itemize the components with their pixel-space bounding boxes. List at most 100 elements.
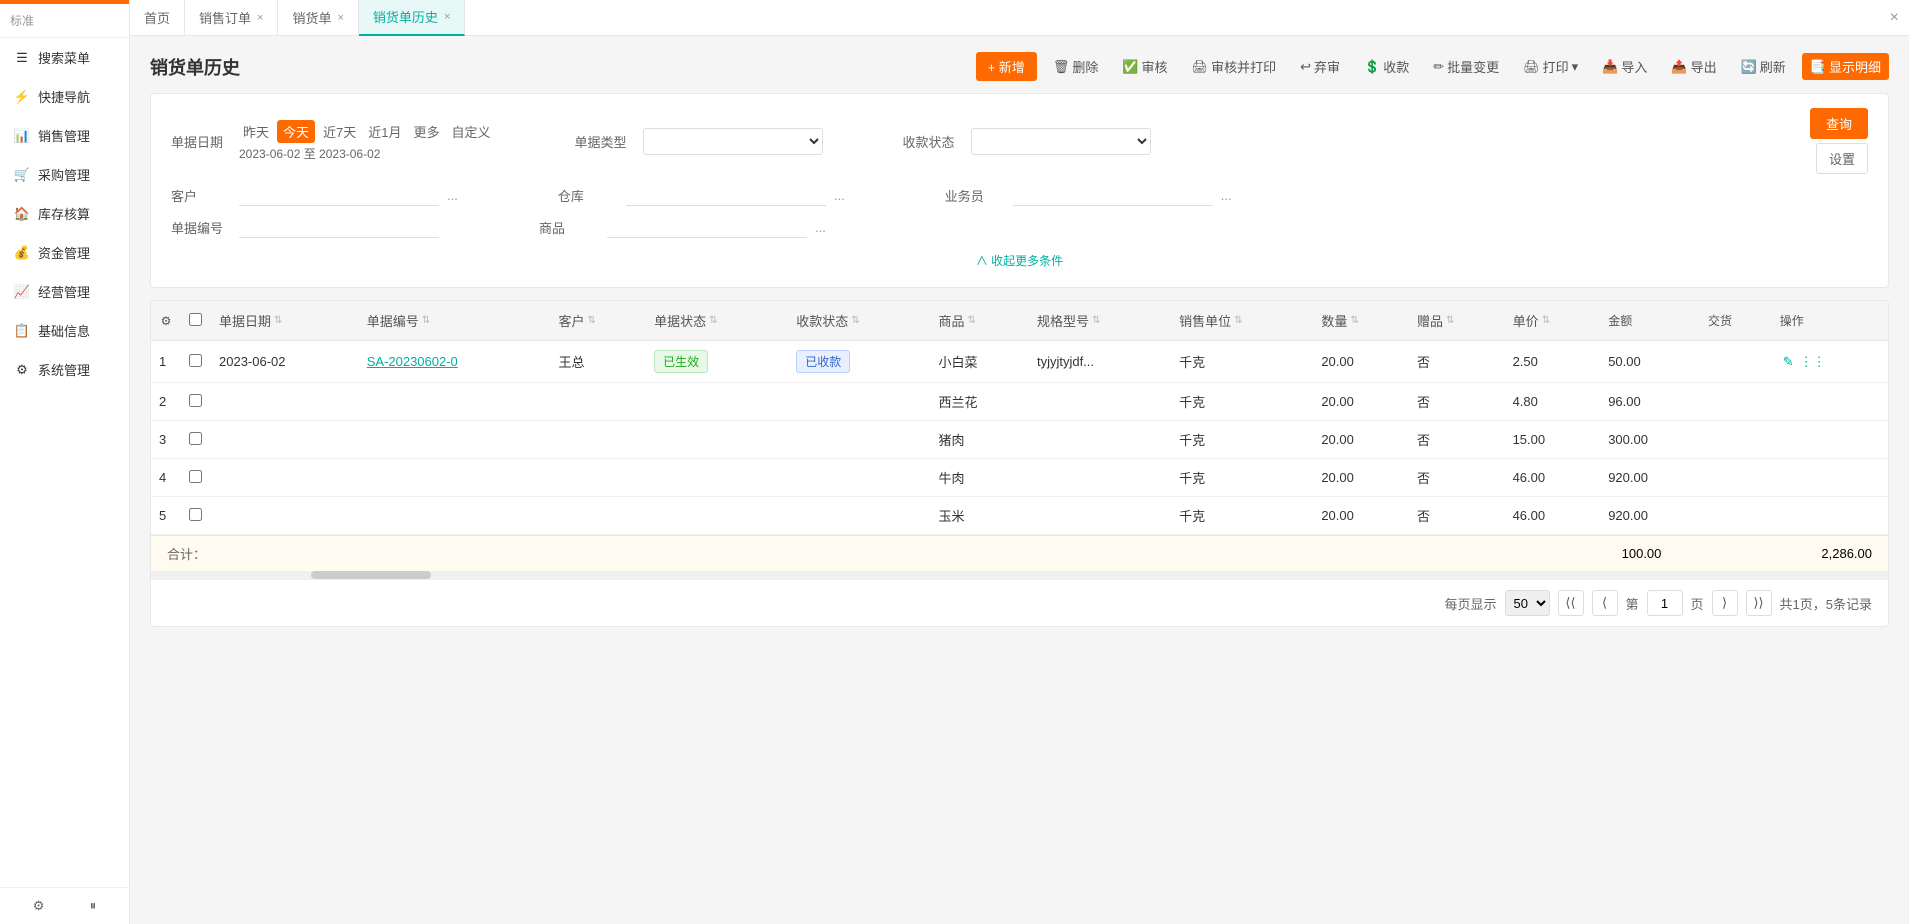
customer-sort-icon[interactable]: ⇅ [587, 315, 595, 326]
query-button[interactable]: 查询 [1810, 108, 1868, 139]
tab-sales-goods-close[interactable]: × [337, 12, 343, 24]
col-settings[interactable]: ⚙ [151, 301, 181, 341]
col-checkbox[interactable] [181, 301, 211, 341]
price-sort-icon[interactable]: ⇅ [1542, 315, 1550, 326]
collect-status-select[interactable] [971, 128, 1151, 155]
order-no-cell[interactable] [359, 497, 551, 535]
sidebar-item-quick-nav[interactable]: ⚡ 快捷导航 [0, 77, 129, 116]
import-button[interactable]: 📥 导入 [1594, 53, 1655, 80]
warehouse-input[interactable] [626, 184, 826, 206]
sidebar-bottom-actions[interactable]: ⚙ ⏸ [0, 888, 129, 924]
goods-input[interactable] [607, 216, 807, 238]
row-checkbox[interactable] [189, 432, 202, 445]
customer-dots[interactable]: ... [447, 188, 458, 203]
sidebar-item-search-menu[interactable]: ☰ 搜索菜单 [0, 38, 129, 77]
row-checkbox[interactable] [189, 508, 202, 521]
more-action-icon[interactable]: ⋮⋮ [1797, 354, 1829, 369]
search-menu-icon: ☰ [14, 50, 30, 66]
scrollbar-thumb[interactable] [311, 571, 431, 579]
checkbox-cell[interactable] [181, 497, 211, 535]
window-close-button[interactable]: × [1890, 9, 1909, 27]
row-checkbox[interactable] [189, 354, 202, 367]
checkbox-cell[interactable] [181, 383, 211, 421]
sidebar-item-sys-mgmt[interactable]: ⚙ 系统管理 [0, 350, 129, 389]
tab-sales-order-close[interactable]: × [257, 12, 263, 24]
abandon-button[interactable]: ↩ 弃审 [1292, 53, 1348, 80]
sidebar-item-inventory[interactable]: 🏠 库存核算 [0, 194, 129, 233]
date-option-yesterday[interactable]: 昨天 [239, 120, 273, 143]
sidebar-item-operations[interactable]: 📈 经营管理 [0, 272, 129, 311]
customer-input[interactable] [239, 184, 439, 206]
export-button[interactable]: 📤 导出 [1663, 53, 1724, 80]
order-no-cell[interactable] [359, 383, 551, 421]
order-status-sort-icon[interactable]: ⇅ [709, 315, 717, 326]
action-cell[interactable]: ✎⋮⋮ [1772, 341, 1888, 383]
order-no-cell[interactable] [359, 421, 551, 459]
unit-sort-icon[interactable]: ⇅ [1234, 315, 1242, 326]
tab-sales-history[interactable]: 销货单历史 × [359, 0, 465, 36]
gift-sort-icon[interactable]: ⇅ [1446, 315, 1454, 326]
tab-home[interactable]: 首页 [130, 0, 185, 36]
sidebar-item-sales-mgmt[interactable]: 📊 销售管理 [0, 116, 129, 155]
order-no-link[interactable]: SA-20230602-0 [367, 354, 458, 369]
action-cell[interactable] [1772, 459, 1888, 497]
collect-button[interactable]: 💲 收款 [1356, 53, 1417, 80]
page-number-input[interactable] [1647, 590, 1683, 616]
staff-input[interactable] [1013, 184, 1213, 206]
per-page-select[interactable]: 50 [1505, 590, 1550, 616]
action-cell[interactable] [1772, 383, 1888, 421]
checkbox-cell[interactable] [181, 421, 211, 459]
print-button[interactable]: 🖨 打印 ▾ [1515, 53, 1586, 80]
goods-dots[interactable]: ... [815, 220, 826, 235]
date-sort-icon[interactable]: ⇅ [274, 315, 282, 326]
order-no-cell[interactable] [359, 459, 551, 497]
edit-action-icon[interactable]: ✎ [1780, 354, 1797, 369]
tab-sales-order[interactable]: 销售订单 × [185, 0, 278, 36]
date-option-more[interactable]: 更多 [410, 120, 444, 143]
date-option-custom[interactable]: 自定义 [448, 120, 495, 143]
staff-dots[interactable]: ... [1221, 188, 1232, 203]
sidebar-item-finance[interactable]: 💰 资金管理 [0, 233, 129, 272]
setting-button[interactable]: 设置 [1816, 143, 1868, 174]
action-cell[interactable] [1772, 421, 1888, 459]
date-option-1month[interactable]: 近1月 [364, 120, 405, 143]
sidebar-item-base-info[interactable]: 📋 基础信息 [0, 311, 129, 350]
audit-button[interactable]: ✅ 审核 [1114, 53, 1175, 80]
goods-sort-icon[interactable]: ⇅ [967, 315, 975, 326]
settings-bottom-icon[interactable]: ⚙ [33, 898, 45, 914]
select-all-checkbox[interactable] [189, 313, 202, 326]
order-no-cell[interactable]: SA-20230602-0 [359, 341, 551, 383]
order-no-input[interactable] [239, 216, 439, 238]
sidebar-item-purchase-mgmt[interactable]: 🛒 采购管理 [0, 155, 129, 194]
audit-print-button[interactable]: 🖨 审核并打印 [1184, 53, 1285, 80]
refresh-button[interactable]: 🔄 刷新 [1733, 53, 1794, 80]
show-detail-button[interactable]: 📑 显示明细 [1802, 53, 1889, 80]
date-option-7days[interactable]: 近7天 [319, 120, 360, 143]
tab-sales-history-close[interactable]: × [444, 11, 450, 23]
new-button[interactable]: + 新增 [976, 52, 1037, 81]
last-page-button[interactable]: ⟩⟩ [1746, 590, 1772, 616]
batch-change-button[interactable]: ✏ 批量变更 [1425, 53, 1507, 80]
horizontal-scrollbar[interactable] [151, 571, 1888, 579]
tab-sales-goods[interactable]: 销货单 × [278, 0, 358, 36]
warehouse-dots[interactable]: ... [834, 188, 845, 203]
order-no-sort-icon[interactable]: ⇅ [422, 315, 430, 326]
spec-sort-icon[interactable]: ⇅ [1092, 315, 1100, 326]
prev-page-button[interactable]: ⟨ [1592, 590, 1618, 616]
checkbox-cell[interactable] [181, 341, 211, 383]
next-page-button[interactable]: ⟩ [1712, 590, 1738, 616]
date-option-today[interactable]: 今天 [277, 120, 315, 143]
pause-icon[interactable]: ⏸ [90, 898, 97, 914]
collapse-button[interactable]: ∧ 收起更多条件 [171, 248, 1868, 273]
row-checkbox[interactable] [189, 394, 202, 407]
checkbox-cell[interactable] [181, 459, 211, 497]
collect-status-sort-icon[interactable]: ⇅ [851, 315, 859, 326]
delete-button[interactable]: 🗑 删除 [1045, 53, 1107, 80]
type-filter-select[interactable] [643, 128, 823, 155]
first-page-button[interactable]: ⟨⟨ [1558, 590, 1584, 616]
qty-sort-icon[interactable]: ⇅ [1350, 315, 1358, 326]
col-order-no: 单据编号⇅ [359, 301, 551, 341]
row-checkbox[interactable] [189, 470, 202, 483]
action-cell[interactable] [1772, 497, 1888, 535]
customer-filter: 客户 ... [171, 184, 458, 206]
